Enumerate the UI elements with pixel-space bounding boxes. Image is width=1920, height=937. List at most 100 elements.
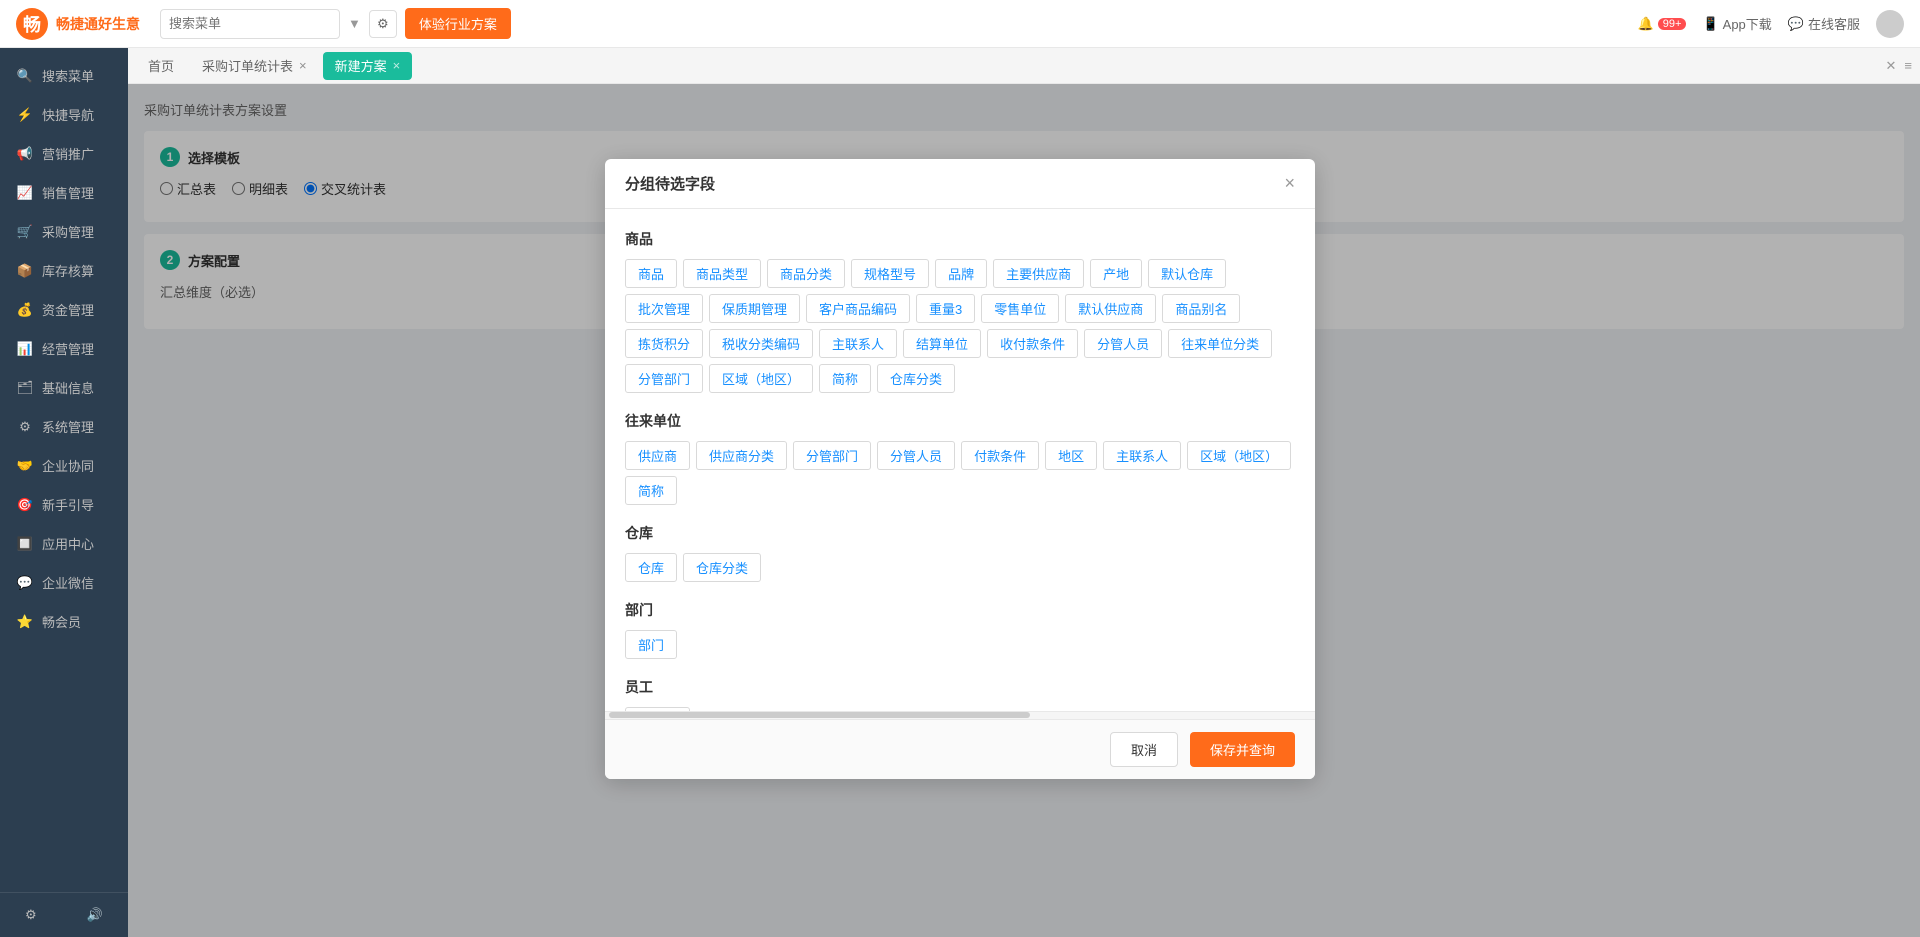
save-query-button[interactable]: 保存并查询: [1190, 732, 1295, 767]
avatar[interactable]: [1876, 10, 1904, 38]
cancel-button[interactable]: 取消: [1110, 732, 1178, 767]
section-partner: 往来单位 供应商 供应商分类 分管部门 分管人员 付款条件 地区 主联系人 区域…: [625, 411, 1295, 505]
field-tag-supervisor[interactable]: 分管人员: [1084, 329, 1162, 358]
field-tag-product[interactable]: 商品: [625, 259, 677, 288]
field-tag-dept[interactable]: 分管部门: [625, 364, 703, 393]
field-tag-product-type[interactable]: 商品类型: [683, 259, 761, 288]
tab-close-purchase[interactable]: ×: [299, 58, 307, 73]
tab-close-new[interactable]: ×: [393, 58, 401, 73]
notification-badge: 99+: [1658, 18, 1687, 30]
modal-footer: 取消 保存并查询: [605, 719, 1315, 779]
sidebar-item-guide[interactable]: 🎯 新手引导: [0, 485, 128, 524]
sidebar-item-quick-nav[interactable]: ⚡ 快捷导航: [0, 95, 128, 134]
field-tag-product-category[interactable]: 商品分类: [767, 259, 845, 288]
app-download-item[interactable]: 📱 App下载: [1702, 14, 1771, 33]
field-tag-brand[interactable]: 品牌: [935, 259, 987, 288]
system-icon: ⚙: [16, 419, 34, 435]
sidebar-item-app-center[interactable]: 🔲 应用中心: [0, 524, 128, 563]
field-tag-supplier-cat[interactable]: 供应商分类: [696, 441, 787, 470]
field-tag-area[interactable]: 地区: [1045, 441, 1097, 470]
sidebar-item-sales[interactable]: 📈 销售管理: [0, 173, 128, 212]
volume-btn[interactable]: 🔊: [81, 901, 109, 929]
field-tag-partner-dept[interactable]: 分管部门: [793, 441, 871, 470]
online-service-label: 在线客服: [1808, 14, 1860, 33]
field-tag-customer-code[interactable]: 客户商品编码: [806, 294, 910, 323]
field-tag-tax-code[interactable]: 税收分类编码: [709, 329, 813, 358]
field-tag-warehouse-category[interactable]: 仓库分类: [683, 553, 761, 582]
warehouse-field-tags: 仓库 仓库分类: [625, 553, 1295, 582]
field-tag-department[interactable]: 部门: [625, 630, 677, 659]
modal-close-button[interactable]: ×: [1284, 174, 1295, 192]
field-tag-alias[interactable]: 商品别名: [1162, 294, 1240, 323]
field-tag-settlement-unit[interactable]: 结算单位: [903, 329, 981, 358]
field-tag-default-supplier[interactable]: 默认供应商: [1065, 294, 1156, 323]
notification-item[interactable]: 🔔 99+: [1638, 16, 1687, 32]
logo-text: 畅捷通好生意: [56, 14, 140, 34]
field-tag-region2[interactable]: 区域（地区）: [1187, 441, 1291, 470]
field-selection-modal: 分组待选字段 × 商品 商品 商品类型 商品分类 规格型号 品牌 主要供应商 产…: [605, 159, 1315, 779]
field-tag-main-contact2[interactable]: 主联系人: [1103, 441, 1181, 470]
field-tag-warehouse[interactable]: 仓库: [625, 553, 677, 582]
sidebar-item-finance[interactable]: 💰 资金管理: [0, 290, 128, 329]
app-download-label: App下载: [1723, 14, 1772, 33]
field-tag-payment-terms[interactable]: 收付款条件: [987, 329, 1078, 358]
field-tag-region[interactable]: 区域（地区）: [709, 364, 813, 393]
field-tag-unit-category[interactable]: 往来单位分类: [1168, 329, 1272, 358]
trial-button[interactable]: 体验行业方案: [405, 8, 511, 39]
field-tag-expiry[interactable]: 保质期管理: [709, 294, 800, 323]
field-tag-main-supplier[interactable]: 主要供应商: [993, 259, 1084, 288]
guide-icon: 🎯: [16, 497, 34, 513]
app-icon: 🔲: [16, 536, 34, 552]
modal-horizontal-scrollbar[interactable]: [605, 711, 1315, 718]
sidebar: 🔍 搜索菜单 ⚡ 快捷导航 📢 营销推广 📈 销售管理 🛒 采购管理 📦 库存核…: [0, 0, 128, 937]
sidebar-item-basic-info[interactable]: 🗂 基础信息: [0, 368, 128, 407]
tab-bar: 首页 采购订单统计表 × 新建方案 × ✕ ≡: [128, 48, 1920, 84]
info-icon: 🗂: [16, 380, 34, 396]
sidebar-item-wechat[interactable]: 💬 企业微信: [0, 563, 128, 602]
tab-purchase-order[interactable]: 采购订单统计表 ×: [190, 52, 319, 80]
field-tag-batch-mgmt[interactable]: 批次管理: [625, 294, 703, 323]
search-input[interactable]: [160, 9, 340, 39]
sidebar-item-purchase[interactable]: 🛒 采购管理: [0, 212, 128, 251]
tab-new-plan[interactable]: 新建方案 ×: [323, 52, 413, 80]
field-tag-origin[interactable]: 产地: [1090, 259, 1142, 288]
section-warehouse: 仓库 仓库 仓库分类: [625, 523, 1295, 582]
cart-icon: 🛒: [16, 224, 34, 240]
field-tag-default-warehouse[interactable]: 默认仓库: [1148, 259, 1226, 288]
service-icon: 💬: [1788, 16, 1804, 32]
tab-home[interactable]: 首页: [136, 52, 186, 80]
sidebar-item-inventory[interactable]: 📦 库存核算: [0, 251, 128, 290]
sidebar-item-collab[interactable]: 🤝 企业协同: [0, 446, 128, 485]
tab-bar-close-icon[interactable]: ✕: [1886, 58, 1897, 74]
search-bar: ▼ ⚙ 体验行业方案: [144, 8, 1638, 39]
flash-icon: ⚡: [16, 107, 34, 123]
field-tag-weight3[interactable]: 重量3: [916, 294, 975, 323]
section-partner-title: 往来单位: [625, 411, 1295, 431]
field-tag-warehouse-cat[interactable]: 仓库分类: [877, 364, 955, 393]
sidebar-item-system[interactable]: ⚙ 系统管理: [0, 407, 128, 446]
sidebar-item-member[interactable]: ⭐ 畅会员: [0, 602, 128, 641]
settings-bottom-btn[interactable]: ⚙: [19, 901, 43, 929]
field-tag-pay-terms[interactable]: 付款条件: [961, 441, 1039, 470]
wechat-icon: 💬: [16, 575, 34, 591]
field-tag-main-contact[interactable]: 主联系人: [819, 329, 897, 358]
field-tag-retail-unit[interactable]: 零售单位: [981, 294, 1059, 323]
field-tag-partner-staff[interactable]: 分管人员: [877, 441, 955, 470]
modal-header: 分组待选字段 ×: [605, 159, 1315, 209]
section-department-title: 部门: [625, 600, 1295, 620]
sidebar-item-marketing[interactable]: 📢 营销推广: [0, 134, 128, 173]
logo-icon: 畅: [16, 8, 48, 40]
field-tag-abbrev2[interactable]: 简称: [625, 476, 677, 505]
sidebar-item-operations[interactable]: 📊 经营管理: [0, 329, 128, 368]
top-right-area: 🔔 99+ 📱 App下载 💬 在线客服: [1638, 10, 1904, 38]
field-tag-pick-points[interactable]: 拣货积分: [625, 329, 703, 358]
field-tag-supplier[interactable]: 供应商: [625, 441, 690, 470]
field-tag-spec[interactable]: 规格型号: [851, 259, 929, 288]
field-tag-abbrev[interactable]: 简称: [819, 364, 871, 393]
online-service-item[interactable]: 💬 在线客服: [1788, 14, 1860, 33]
sidebar-item-search[interactable]: 🔍 搜索菜单: [0, 56, 128, 95]
tab-bar-menu-icon[interactable]: ≡: [1904, 58, 1912, 73]
handshake-icon: 🤝: [16, 458, 34, 474]
gear-button[interactable]: ⚙: [369, 10, 397, 38]
star-icon: ⭐: [16, 614, 34, 630]
